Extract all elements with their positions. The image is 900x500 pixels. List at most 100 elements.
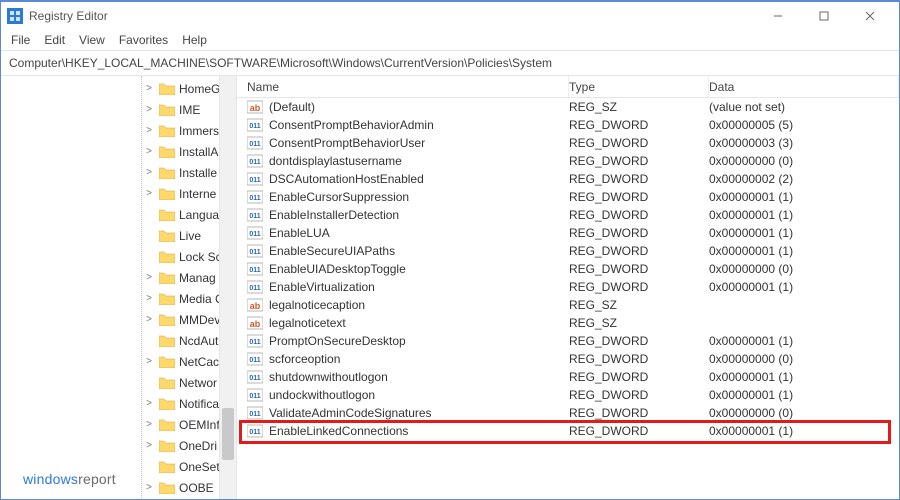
tree-expand-icon[interactable]: > [143,125,155,136]
reg-dword-icon [247,207,263,223]
tree-expand-icon[interactable]: > [143,314,155,325]
value-type: REG_DWORD [569,406,709,420]
value-name: EnableCursorSuppression [269,190,409,204]
value-data: 0x00000005 (5) [709,118,899,132]
tree-item[interactable]: >OEMInf [1,414,224,435]
value-data: 0x00000001 (1) [709,388,899,402]
folder-icon [159,460,175,473]
menu-view[interactable]: View [79,33,105,47]
tree-expand-icon[interactable]: > [143,167,155,178]
tree-expand-icon[interactable]: > [143,146,155,157]
value-row[interactable]: EnableUIADesktopToggleREG_DWORD0x0000000… [237,260,899,278]
menu-help[interactable]: Help [182,33,207,47]
tree-scrollbar[interactable] [219,76,236,500]
tree-expand-icon[interactable]: > [143,83,155,94]
value-name: ConsentPromptBehaviorUser [269,136,425,150]
minimize-button[interactable] [755,2,801,30]
value-row[interactable]: dontdisplaylastusernameREG_DWORD0x000000… [237,152,899,170]
menu-edit[interactable]: Edit [44,33,65,47]
tree-item[interactable]: NcdAut [1,330,224,351]
tree-expand-icon[interactable]: > [143,272,155,283]
value-row[interactable]: EnableVirtualizationREG_DWORD0x00000001 … [237,278,899,296]
folder-icon [159,250,175,263]
value-row[interactable]: undockwithoutlogonREG_DWORD0x00000001 (1… [237,386,899,404]
tree-expand-icon[interactable]: > [143,356,155,367]
tree-scroll-thumb[interactable] [222,408,234,460]
value-name: PromptOnSecureDesktop [269,334,406,348]
reg-sz-icon [247,297,263,313]
tree-item[interactable]: >Manag [1,267,224,288]
value-row[interactable]: legalnoticetextREG_SZ [237,314,899,332]
value-row[interactable]: EnableCursorSuppressionREG_DWORD0x000000… [237,188,899,206]
folder-icon [159,166,175,179]
value-row[interactable]: scforceoptionREG_DWORD0x00000000 (0) [237,350,899,368]
reg-dword-icon [247,333,263,349]
value-type: REG_DWORD [569,280,709,294]
tree-expand-icon[interactable]: > [143,440,155,451]
tree-item[interactable]: >MMDev [1,309,224,330]
value-type: REG_DWORD [569,388,709,402]
reg-dword-icon [247,225,263,241]
value-row[interactable]: shutdownwithoutlogonREG_DWORD0x00000001 … [237,368,899,386]
tree-item[interactable]: > NetCac [1,351,224,372]
tree-item[interactable]: >OneDri [1,435,224,456]
tree-expand-icon[interactable]: > [143,419,155,430]
tree-item[interactable]: Networ [1,372,224,393]
value-row[interactable]: PromptOnSecureDesktopREG_DWORD0x00000001… [237,332,899,350]
reg-dword-icon [247,387,263,403]
value-row[interactable]: EnableSecureUIAPathsREG_DWORD0x00000001 … [237,242,899,260]
value-row[interactable]: EnableInstallerDetectionREG_DWORD0x00000… [237,206,899,224]
tree-expand-icon[interactable]: > [143,482,155,493]
tree-item[interactable]: Lock Sc [1,246,224,267]
tree-item[interactable]: >Installe [1,162,224,183]
folder-icon [159,145,175,158]
value-row[interactable]: ValidateAdminCodeSignaturesREG_DWORD0x00… [237,404,899,422]
tree-expand-icon[interactable]: > [143,188,155,199]
tree-item-label: Langua [179,208,219,222]
tree-item[interactable]: >IME [1,99,224,120]
maximize-button[interactable] [801,2,847,30]
value-row[interactable]: EnableLUAREG_DWORD0x00000001 (1) [237,224,899,242]
values-pane[interactable]: Name Type Data (Default)REG_SZ(value not… [237,76,899,500]
menu-favorites[interactable]: Favorites [119,33,168,47]
value-data: 0x00000001 (1) [709,334,899,348]
value-type: REG_DWORD [569,262,709,276]
tree-pane[interactable]: > HomeG >IME>Immersi>InstallA>Installe>Int… [1,76,237,500]
value-name: ValidateAdminCodeSignatures [269,406,432,420]
value-row[interactable]: ConsentPromptBehaviorUserREG_DWORD0x0000… [237,134,899,152]
column-header-type[interactable]: Type [569,76,709,97]
tree-expand-icon[interactable]: > [143,398,155,409]
value-type: REG_DWORD [569,154,709,168]
folder-icon [159,481,175,494]
tree-expand-icon[interactable]: > [143,104,155,115]
tree-item[interactable]: > Notifica [1,393,224,414]
tree-item[interactable]: Langua [1,204,224,225]
tree-item[interactable]: > HomeG [1,78,224,99]
tree-item[interactable]: >InstallA [1,141,224,162]
value-row[interactable]: (Default)REG_SZ(value not set) [237,98,899,116]
folder-icon [159,376,175,389]
tree-item[interactable]: >Interne [1,183,224,204]
value-row[interactable]: DSCAutomationHostEnabledREG_DWORD0x00000… [237,170,899,188]
column-header-name[interactable]: Name [237,76,569,97]
tree-item-label: NetCac [179,355,219,369]
folder-icon [159,124,175,137]
address-bar[interactable]: Computer\HKEY_LOCAL_MACHINE\SOFTWARE\Mic… [1,50,899,76]
tree-item[interactable]: Live [1,225,224,246]
folder-icon [159,334,175,347]
close-button[interactable] [847,2,893,30]
value-type: REG_DWORD [569,424,709,438]
tree-item-label: Notifica [179,397,219,411]
tree-expand-icon[interactable]: > [143,293,155,304]
value-name: EnableInstallerDetection [269,208,399,222]
tree-item[interactable]: >Media C [1,288,224,309]
value-row[interactable]: ConsentPromptBehaviorAdminREG_DWORD0x000… [237,116,899,134]
titlebar[interactable]: Registry Editor [1,2,899,30]
tree-item-label: HomeG [179,82,220,96]
menu-file[interactable]: File [11,33,30,47]
window-title: Registry Editor [29,9,755,23]
value-row[interactable]: EnableLinkedConnectionsREG_DWORD0x000000… [237,422,899,440]
column-header-data[interactable]: Data [709,76,899,97]
value-row[interactable]: legalnoticecaptionREG_SZ [237,296,899,314]
tree-item[interactable]: >Immersi [1,120,224,141]
